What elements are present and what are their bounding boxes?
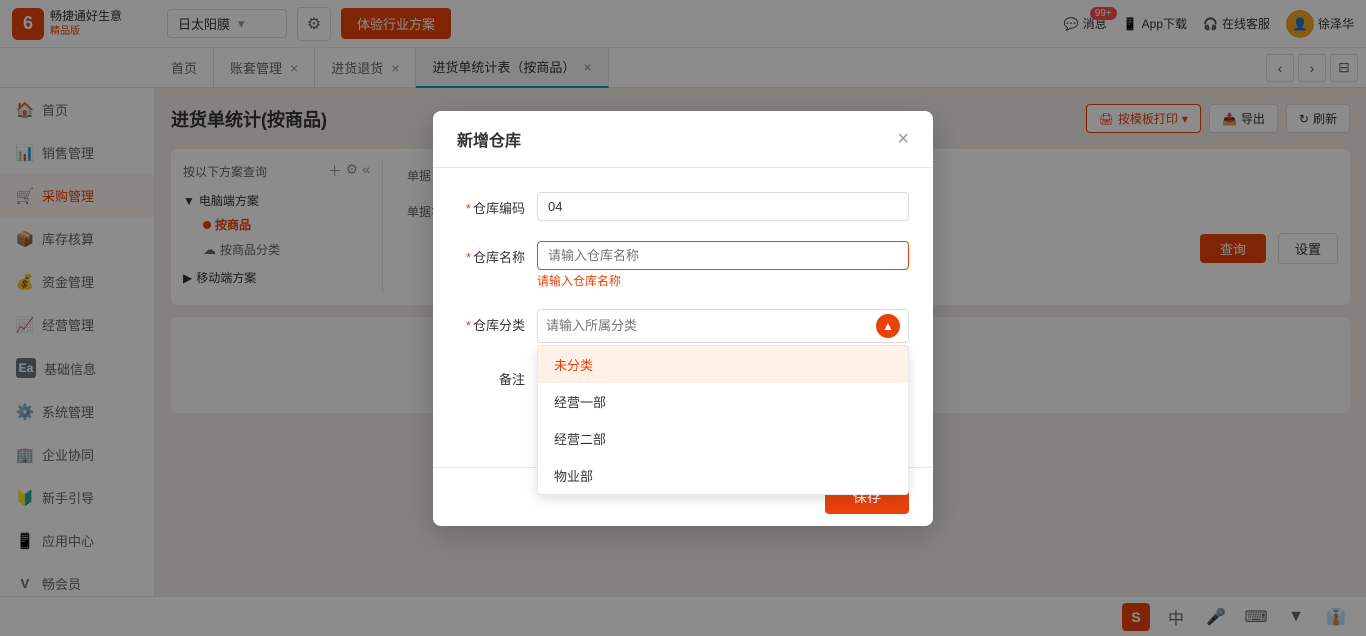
- warehouse-code-field: [537, 192, 909, 221]
- dropdown-item-ops1[interactable]: 经营一部: [538, 383, 908, 420]
- form-row-code: 仓库编码: [457, 192, 909, 221]
- category-arrow-button[interactable]: ▲: [876, 314, 900, 338]
- warehouse-name-error: 请输入仓库名称: [537, 272, 909, 289]
- form-row-category: 仓库分类 ▲ 未分类 经营一部 经营二部 物业部: [457, 309, 909, 343]
- warehouse-code-label: 仓库编码: [457, 192, 537, 217]
- modal-add-warehouse: 新增仓库 × 仓库编码 仓库名称 请输入仓库名称 仓库分类: [433, 111, 933, 526]
- dropdown-item-property[interactable]: 物业部: [538, 457, 908, 494]
- warehouse-code-input[interactable]: [537, 192, 909, 221]
- warehouse-category-label: 仓库分类: [457, 309, 537, 334]
- modal-overlay[interactable]: 新增仓库 × 仓库编码 仓库名称 请输入仓库名称 仓库分类: [0, 0, 1366, 636]
- modal-close-button[interactable]: ×: [897, 129, 909, 149]
- category-select-wrap: ▲ 未分类 经营一部 经营二部 物业部: [537, 309, 909, 343]
- modal-header: 新增仓库 ×: [433, 111, 933, 168]
- category-input-row[interactable]: ▲: [537, 309, 909, 343]
- category-dropdown: 未分类 经营一部 经营二部 物业部: [537, 345, 909, 495]
- category-input[interactable]: [546, 318, 876, 333]
- form-row-name: 仓库名称 请输入仓库名称: [457, 241, 909, 289]
- warehouse-name-input[interactable]: [537, 241, 909, 270]
- warehouse-name-field: 请输入仓库名称: [537, 241, 909, 289]
- modal-title: 新增仓库: [457, 127, 521, 151]
- modal-body: 仓库编码 仓库名称 请输入仓库名称 仓库分类 ▲: [433, 168, 933, 467]
- remark-label: 备注: [457, 363, 537, 388]
- warehouse-name-label: 仓库名称: [457, 241, 537, 266]
- dropdown-item-ops2[interactable]: 经营二部: [538, 420, 908, 457]
- dropdown-item-uncategorized[interactable]: 未分类: [538, 346, 908, 383]
